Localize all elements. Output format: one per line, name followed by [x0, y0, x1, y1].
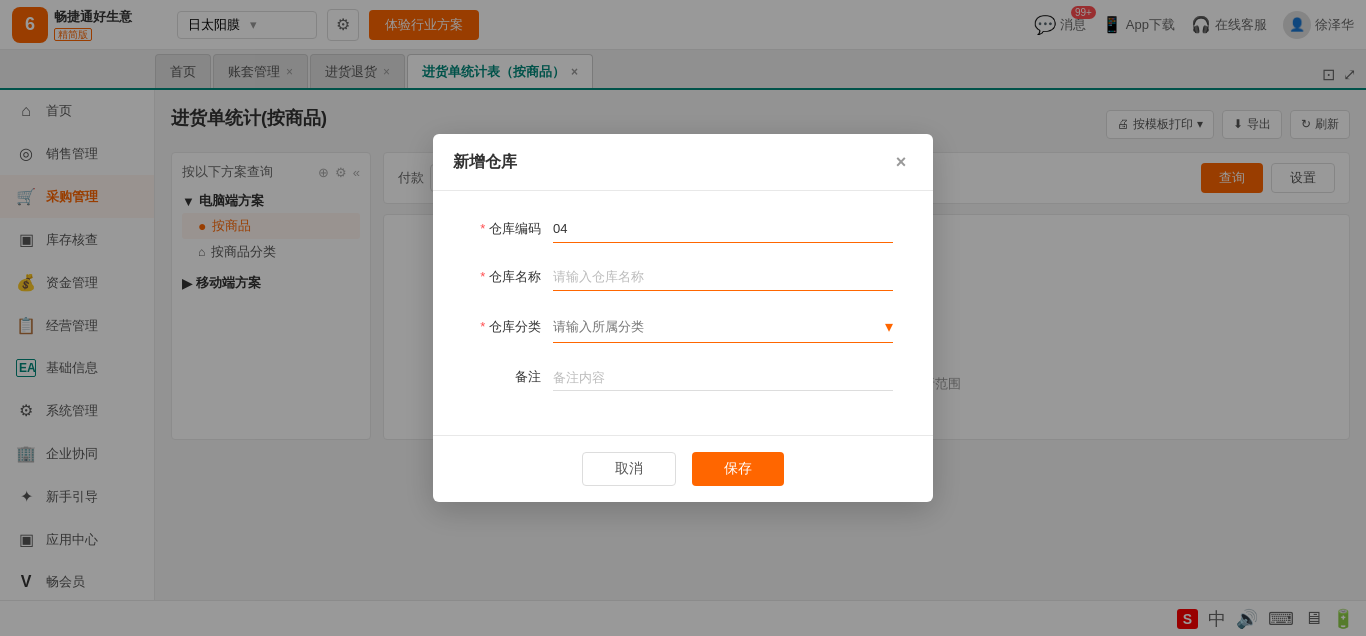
warehouse-name-row: 仓库名称 [473, 263, 893, 291]
category-dropdown-icon: ▾ [885, 317, 893, 336]
notes-input[interactable] [553, 363, 893, 391]
warehouse-name-label: 仓库名称 [473, 268, 553, 286]
notes-label: 备注 [473, 368, 553, 386]
warehouse-category-select[interactable]: ▾ [553, 311, 893, 343]
warehouse-code-row: 仓库编码 [473, 215, 893, 243]
warehouse-category-row: 仓库分类 ▾ [473, 311, 893, 343]
modal-body: 仓库编码 仓库名称 仓库分类 ▾ 备注 [433, 191, 933, 435]
modal-title: 新增仓库 [453, 152, 517, 173]
modal-header: 新增仓库 × [433, 134, 933, 191]
add-warehouse-modal: 新增仓库 × 仓库编码 仓库名称 仓库分类 ▾ [433, 134, 933, 502]
warehouse-code-input[interactable] [553, 215, 893, 243]
warehouse-code-label: 仓库编码 [473, 220, 553, 238]
save-button[interactable]: 保存 [692, 452, 784, 486]
cancel-button[interactable]: 取消 [582, 452, 676, 486]
modal-close-button[interactable]: × [889, 150, 913, 174]
modal-overlay: 新增仓库 × 仓库编码 仓库名称 仓库分类 ▾ [0, 0, 1366, 636]
notes-row: 备注 [473, 363, 893, 391]
warehouse-category-label: 仓库分类 [473, 318, 553, 336]
modal-footer: 取消 保存 [433, 435, 933, 502]
warehouse-name-input[interactable] [553, 263, 893, 291]
warehouse-category-input[interactable] [553, 319, 885, 334]
